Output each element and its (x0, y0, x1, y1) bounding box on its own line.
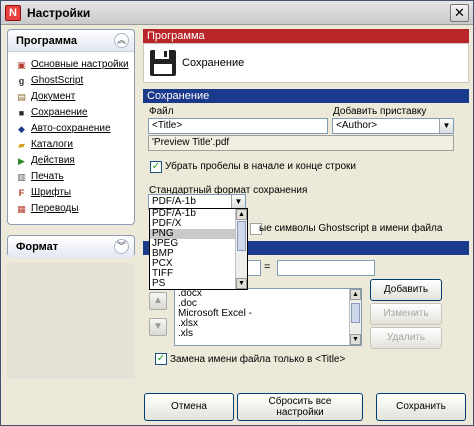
title-only-label: Замена имени файла только в <Title> (170, 354, 346, 365)
sidebar-item-label: Сохранение (31, 107, 88, 118)
fonts-icon: F (18, 188, 25, 198)
settings-window: N Настройки ✕ Программа ︽ ▣ Основные наст… (0, 0, 474, 426)
dropdown-scrollbar[interactable]: ▲ ▼ (235, 209, 247, 289)
sidebar-item-7[interactable]: ▥ Печать (16, 169, 134, 185)
move-down-button[interactable]: ▼ (149, 318, 167, 336)
sidebar-item-label: Каталоги (31, 139, 73, 150)
sidebar-item-label: Шрифты (31, 187, 72, 198)
sidebar-item-label: Действия (31, 155, 75, 166)
list-item[interactable]: Microsoft Excel - (175, 309, 361, 319)
sidebar-item-9[interactable]: ▦ Переводы (16, 201, 134, 217)
format-option[interactable]: PS (150, 279, 235, 289)
add-button[interactable]: Добавить (370, 279, 442, 301)
suffix-label: Добавить приставку (333, 106, 427, 117)
sidebar-item-2[interactable]: ▤ Документ (16, 89, 134, 105)
program-nav-list: ▣ Основные настройки g GhostScript ▤ Документ… (8, 52, 134, 217)
ghostscript-chars-label: ые символы Ghostscript в имени файла (259, 223, 443, 234)
sidebar-item-0[interactable]: ▣ Основные настройки (16, 57, 134, 73)
program-section-header: Программа (143, 29, 469, 43)
reset-settings-button[interactable]: Сбросить все настройки (237, 393, 363, 421)
title-only-checkbox[interactable]: ✓ (155, 353, 167, 365)
program-section-body: Сохранение (143, 43, 469, 83)
save-icon: ■ (18, 108, 25, 118)
format-value: PDF/A-1b (152, 196, 196, 207)
program-panel: Программа ︽ ▣ Основные настройки g GhostScr… (7, 29, 135, 225)
expand-icon[interactable]: ︾ (114, 239, 129, 254)
chevron-down-icon[interactable]: ▼ (231, 195, 245, 209)
sidebar-item-label: Документ (31, 91, 76, 102)
sidebar-item-label: GhostScript (31, 75, 84, 86)
format-dropdown-list[interactable]: PDF/A-1b PDF/X PNG JPEG BMP PCX TIFF PS ▲ ▼ (149, 208, 248, 290)
sidebar-item-5[interactable]: ▰ Каталоги (16, 137, 134, 153)
delete-button[interactable]: Удалить (370, 327, 442, 349)
document-icon: ▤ (17, 92, 26, 102)
sidebar-empty-area (7, 263, 135, 379)
save-section-header: Сохранение (143, 89, 469, 103)
sidebar-item-4[interactable]: ◆ Авто-сохранение (16, 121, 134, 137)
sidebar-item-label: Основные настройки (31, 59, 129, 70)
format-panel-title: Формат (16, 241, 59, 253)
scroll-up-arrow[interactable]: ▲ (350, 289, 361, 300)
suffix-value: <Author> (336, 120, 378, 131)
replacements-list[interactable]: .docx .doc Microsoft Excel - .xlsx .xls ▲ ▼ (174, 288, 362, 346)
file-name-input[interactable]: <Title> (148, 118, 328, 134)
format-options: PDF/A-1b PDF/X PNG JPEG BMP PCX TIFF PS (150, 209, 247, 289)
save-button[interactable]: Сохранить (376, 393, 466, 421)
move-up-button[interactable]: ▲ (149, 292, 167, 310)
scroll-thumb[interactable] (351, 303, 360, 323)
scroll-down-arrow[interactable]: ▼ (350, 334, 361, 345)
sidebar-item-8[interactable]: F Шрифты (16, 185, 134, 201)
list-item[interactable]: .xlsx (175, 319, 361, 329)
left-navigation: Программа ︽ ▣ Основные настройки g GhostScr… (7, 29, 135, 379)
sidebar-item-label: Печать (31, 171, 64, 182)
file-preview-field: 'Preview Title'.pdf (148, 135, 454, 151)
list-scrollbar[interactable]: ▲ ▼ (349, 289, 361, 345)
translations-icon: ▦ (17, 204, 26, 214)
sidebar-item-3[interactable]: ■ Сохранение (16, 105, 134, 121)
program-panel-title: Программа (16, 35, 78, 47)
scroll-down-arrow[interactable]: ▼ (236, 278, 247, 289)
sidebar-item-6[interactable]: ▶ Действия (16, 153, 134, 169)
window-title: Настройки (27, 6, 91, 20)
replacements-rows: .docx .doc Microsoft Excel - .xlsx .xls (175, 289, 361, 339)
equals-sign: = (264, 261, 271, 273)
remove-spaces-label: Убрать пробелы в начале и конце строки (165, 161, 356, 172)
reset-line-2: настройки (276, 407, 324, 418)
reset-line-1: Сбросить все (268, 396, 332, 407)
cancel-button[interactable]: Отмена (144, 393, 234, 421)
suffix-select[interactable]: <Author> ▼ (332, 118, 454, 134)
chevron-down-icon[interactable]: ▼ (439, 119, 453, 133)
program-panel-header[interactable]: Программа ︽ (8, 30, 134, 52)
list-item[interactable]: .docx (175, 289, 361, 299)
ghostscript-icon: g (18, 76, 25, 86)
scroll-thumb[interactable] (237, 221, 246, 251)
arrow-up-icon: ▲ (153, 295, 163, 306)
remove-spaces-checkbox[interactable]: ✓ (150, 161, 162, 173)
app-icon: N (5, 5, 21, 21)
floppy-disk-icon (150, 50, 176, 76)
sidebar-item-label: Переводы (31, 203, 79, 214)
arrow-down-icon: ▼ (153, 321, 163, 332)
format-panel-header[interactable]: Формат ︾ (8, 236, 134, 258)
page-title: Сохранение (182, 57, 245, 69)
format-panel: Формат ︾ (7, 235, 135, 258)
edit-button[interactable]: Изменить (370, 303, 442, 325)
sidebar-item-label: Авто-сохранение (31, 123, 111, 134)
collapse-icon[interactable]: ︽ (114, 33, 129, 48)
list-item[interactable]: .xls (175, 329, 361, 339)
settings-icon: ▣ (17, 60, 26, 70)
file-label: Файл (149, 106, 174, 117)
scroll-up-arrow[interactable]: ▲ (236, 209, 247, 220)
sidebar-item-1[interactable]: g GhostScript (16, 73, 134, 89)
close-button[interactable]: ✕ (450, 4, 469, 22)
folder-icon: ▰ (18, 140, 25, 150)
actions-icon: ▶ (18, 156, 25, 166)
printer-icon: ▥ (17, 172, 26, 182)
autosave-icon: ◆ (18, 124, 25, 134)
title-bar: N Настройки ✕ (1, 1, 473, 25)
replace-text-input[interactable] (277, 260, 375, 276)
